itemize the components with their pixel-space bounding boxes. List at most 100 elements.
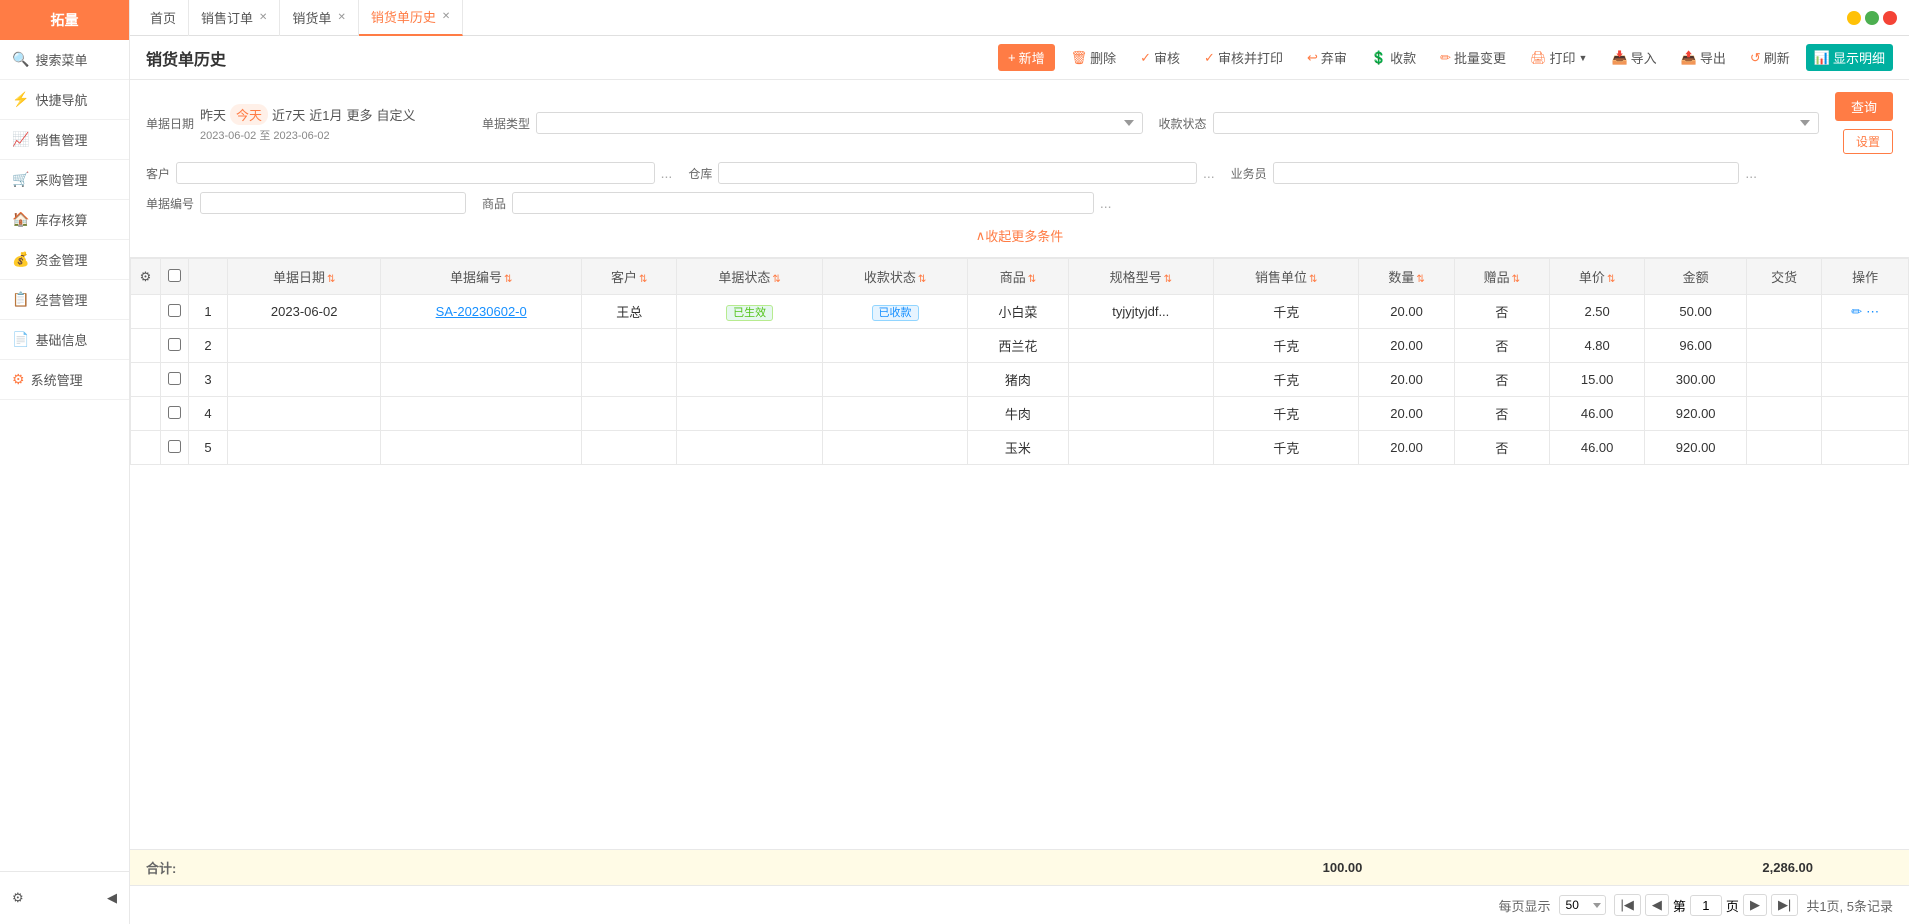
col-doc-status[interactable]: 单据状态⇅ [677,259,822,295]
col-customer[interactable]: 客户⇅ [582,259,677,295]
page-prev-btn[interactable]: ◀ [1645,894,1669,916]
refresh-button[interactable]: ↺ 刷新 [1742,44,1798,71]
tab-sales-order-close[interactable]: ✕ [259,12,267,23]
cell-checkbox-3[interactable] [161,397,189,431]
page-size-select[interactable]: 50 100 200 [1559,895,1606,915]
shortcut-today[interactable]: 今天 [230,104,268,125]
sidebar-item-search-menu[interactable]: 🔍 搜索菜单 [0,40,129,80]
cell-checkbox-1[interactable] [161,329,189,363]
col-quantity[interactable]: 数量⇅ [1359,259,1454,295]
sidebar-item-operations[interactable]: 📋 经营管理 [0,280,129,320]
import-button[interactable]: 📥 导入 [1603,44,1664,71]
sidebar-item-sales[interactable]: 📈 销售管理 [0,120,129,160]
cell-qty-3: 20.00 [1359,397,1454,431]
sidebar-item-basic-info[interactable]: 📄 基础信息 [0,320,129,360]
customer-ellipsis[interactable]: ... [661,165,673,181]
warehouse-ellipsis[interactable]: ... [1203,165,1215,181]
window-controls [1847,11,1901,25]
bottom-collapse-icon[interactable]: ◀ [107,890,117,906]
col-checkbox[interactable] [161,259,189,295]
page-last-btn[interactable]: ▶| [1771,894,1798,916]
customer-input[interactable] [176,162,655,184]
goods-ellipsis[interactable]: ... [1100,195,1112,211]
filter-group-customer: 客户 ... [146,162,672,184]
print-button[interactable]: 🖨 打印 ▼ [1522,44,1595,71]
abandon-button[interactable]: ↩ 弃审 [1299,44,1355,71]
row-checkbox-0[interactable] [168,304,181,317]
cell-checkbox-4[interactable] [161,431,189,465]
audit-print-button[interactable]: ✓ 审核并打印 [1196,44,1291,71]
row-checkbox-2[interactable] [168,372,181,385]
tab-sales-history[interactable]: 销货单历史 ✕ [359,0,463,36]
warehouse-input[interactable] [718,162,1197,184]
export-button[interactable]: 📤 导出 [1673,44,1734,71]
shortcut-1month[interactable]: 近1月 [309,105,342,124]
edit-icon-0[interactable]: ✏ [1851,304,1862,319]
query-button[interactable]: 查询 [1835,92,1893,121]
row-checkbox-1[interactable] [168,338,181,351]
set-button[interactable]: 设置 [1843,129,1893,154]
payment-select[interactable] [1213,112,1819,134]
sidebar-item-purchase[interactable]: 🛒 采购管理 [0,160,129,200]
page-next-btn[interactable]: ▶ [1743,894,1767,916]
cell-docno-3[interactable] [381,397,582,431]
sidebar-item-quick-nav[interactable]: ⚡ 快捷导航 [0,80,129,120]
row-checkbox-3[interactable] [168,406,181,419]
abandon-icon: ↩ [1307,50,1318,66]
shortcut-yesterday[interactable]: 昨天 [200,105,226,124]
filter-group-docno: 单据编号 [146,192,466,214]
audit-button[interactable]: ✓ 审核 [1132,44,1188,71]
shortcut-more[interactable]: 更多 [347,105,373,124]
col-unit[interactable]: 销售单位⇅ [1213,259,1358,295]
page-first-btn[interactable]: |◀ [1614,894,1641,916]
row-checkbox-4[interactable] [168,440,181,453]
show-detail-button[interactable]: 📊 显示明细 [1806,44,1893,71]
more-icon-0[interactable]: ⋯ [1866,304,1879,319]
doctype-select[interactable] [536,112,1142,134]
cell-checkbox-2[interactable] [161,363,189,397]
salesperson-input[interactable] [1273,162,1740,184]
cell-checkbox-0[interactable] [161,295,189,329]
window-close-btn[interactable] [1883,11,1897,25]
tab-sales-shipment-close[interactable]: ✕ [337,12,345,23]
cell-docno-4[interactable] [381,431,582,465]
collapse-btn[interactable]: ∧ 收起更多条件 [146,222,1893,249]
select-all-checkbox[interactable] [168,269,181,282]
goods-input[interactable] [512,192,1094,214]
tab-sales-history-close[interactable]: ✕ [442,11,450,22]
col-unit-price[interactable]: 单价⇅ [1549,259,1644,295]
col-spec[interactable]: 规格型号⇅ [1068,259,1213,295]
window-minimize-btn[interactable] [1847,11,1861,25]
col-goods[interactable]: 商品⇅ [968,259,1068,295]
collect-button[interactable]: 💲 收款 [1363,44,1424,71]
batch-change-button[interactable]: ✏ 批量变更 [1432,44,1514,71]
shortcut-7days[interactable]: 近7天 [272,105,305,124]
col-doc-no[interactable]: 单据编号⇅ [381,259,582,295]
tab-sales-order[interactable]: 销售订单 ✕ [189,0,280,36]
page-number-input[interactable] [1690,895,1722,916]
col-settings[interactable]: ⚙ [131,259,161,295]
col-payment-status[interactable]: 收款状态⇅ [822,259,967,295]
tab-sales-shipment[interactable]: 销货单 ✕ [280,0,358,36]
cell-docno-0[interactable]: SA-20230602-0 [381,295,582,329]
cell-docno-1[interactable] [381,329,582,363]
cell-rowno-1: 2 [189,329,228,363]
docno-input[interactable] [200,192,466,214]
col-gift[interactable]: 赠品⇅ [1454,259,1549,295]
window-maximize-btn[interactable] [1865,11,1879,25]
cell-settings-2 [131,363,161,397]
cell-paymentstatus-0: 已收款 [822,295,967,329]
tab-home[interactable]: 首页 [138,0,189,36]
new-button[interactable]: + 新增 [998,44,1055,71]
sidebar-item-system[interactable]: ⚙ 系统管理 [0,360,129,400]
salesperson-ellipsis[interactable]: ... [1745,165,1757,181]
cell-docno-2[interactable] [381,363,582,397]
delete-button[interactable]: 🗑 删除 [1063,44,1125,71]
shortcut-custom[interactable]: 自定义 [377,105,416,124]
doc-no-link-0[interactable]: SA-20230602-0 [436,304,527,319]
sidebar-item-inventory[interactable]: 🏠 库存核算 [0,200,129,240]
sidebar-item-finance[interactable]: 💰 资金管理 [0,240,129,280]
sidebar-bottom-settings[interactable]: ⚙ ◀ [0,880,129,916]
col-doc-date[interactable]: 单据日期⇅ [228,259,381,295]
col-actions: 操作 [1822,259,1909,295]
